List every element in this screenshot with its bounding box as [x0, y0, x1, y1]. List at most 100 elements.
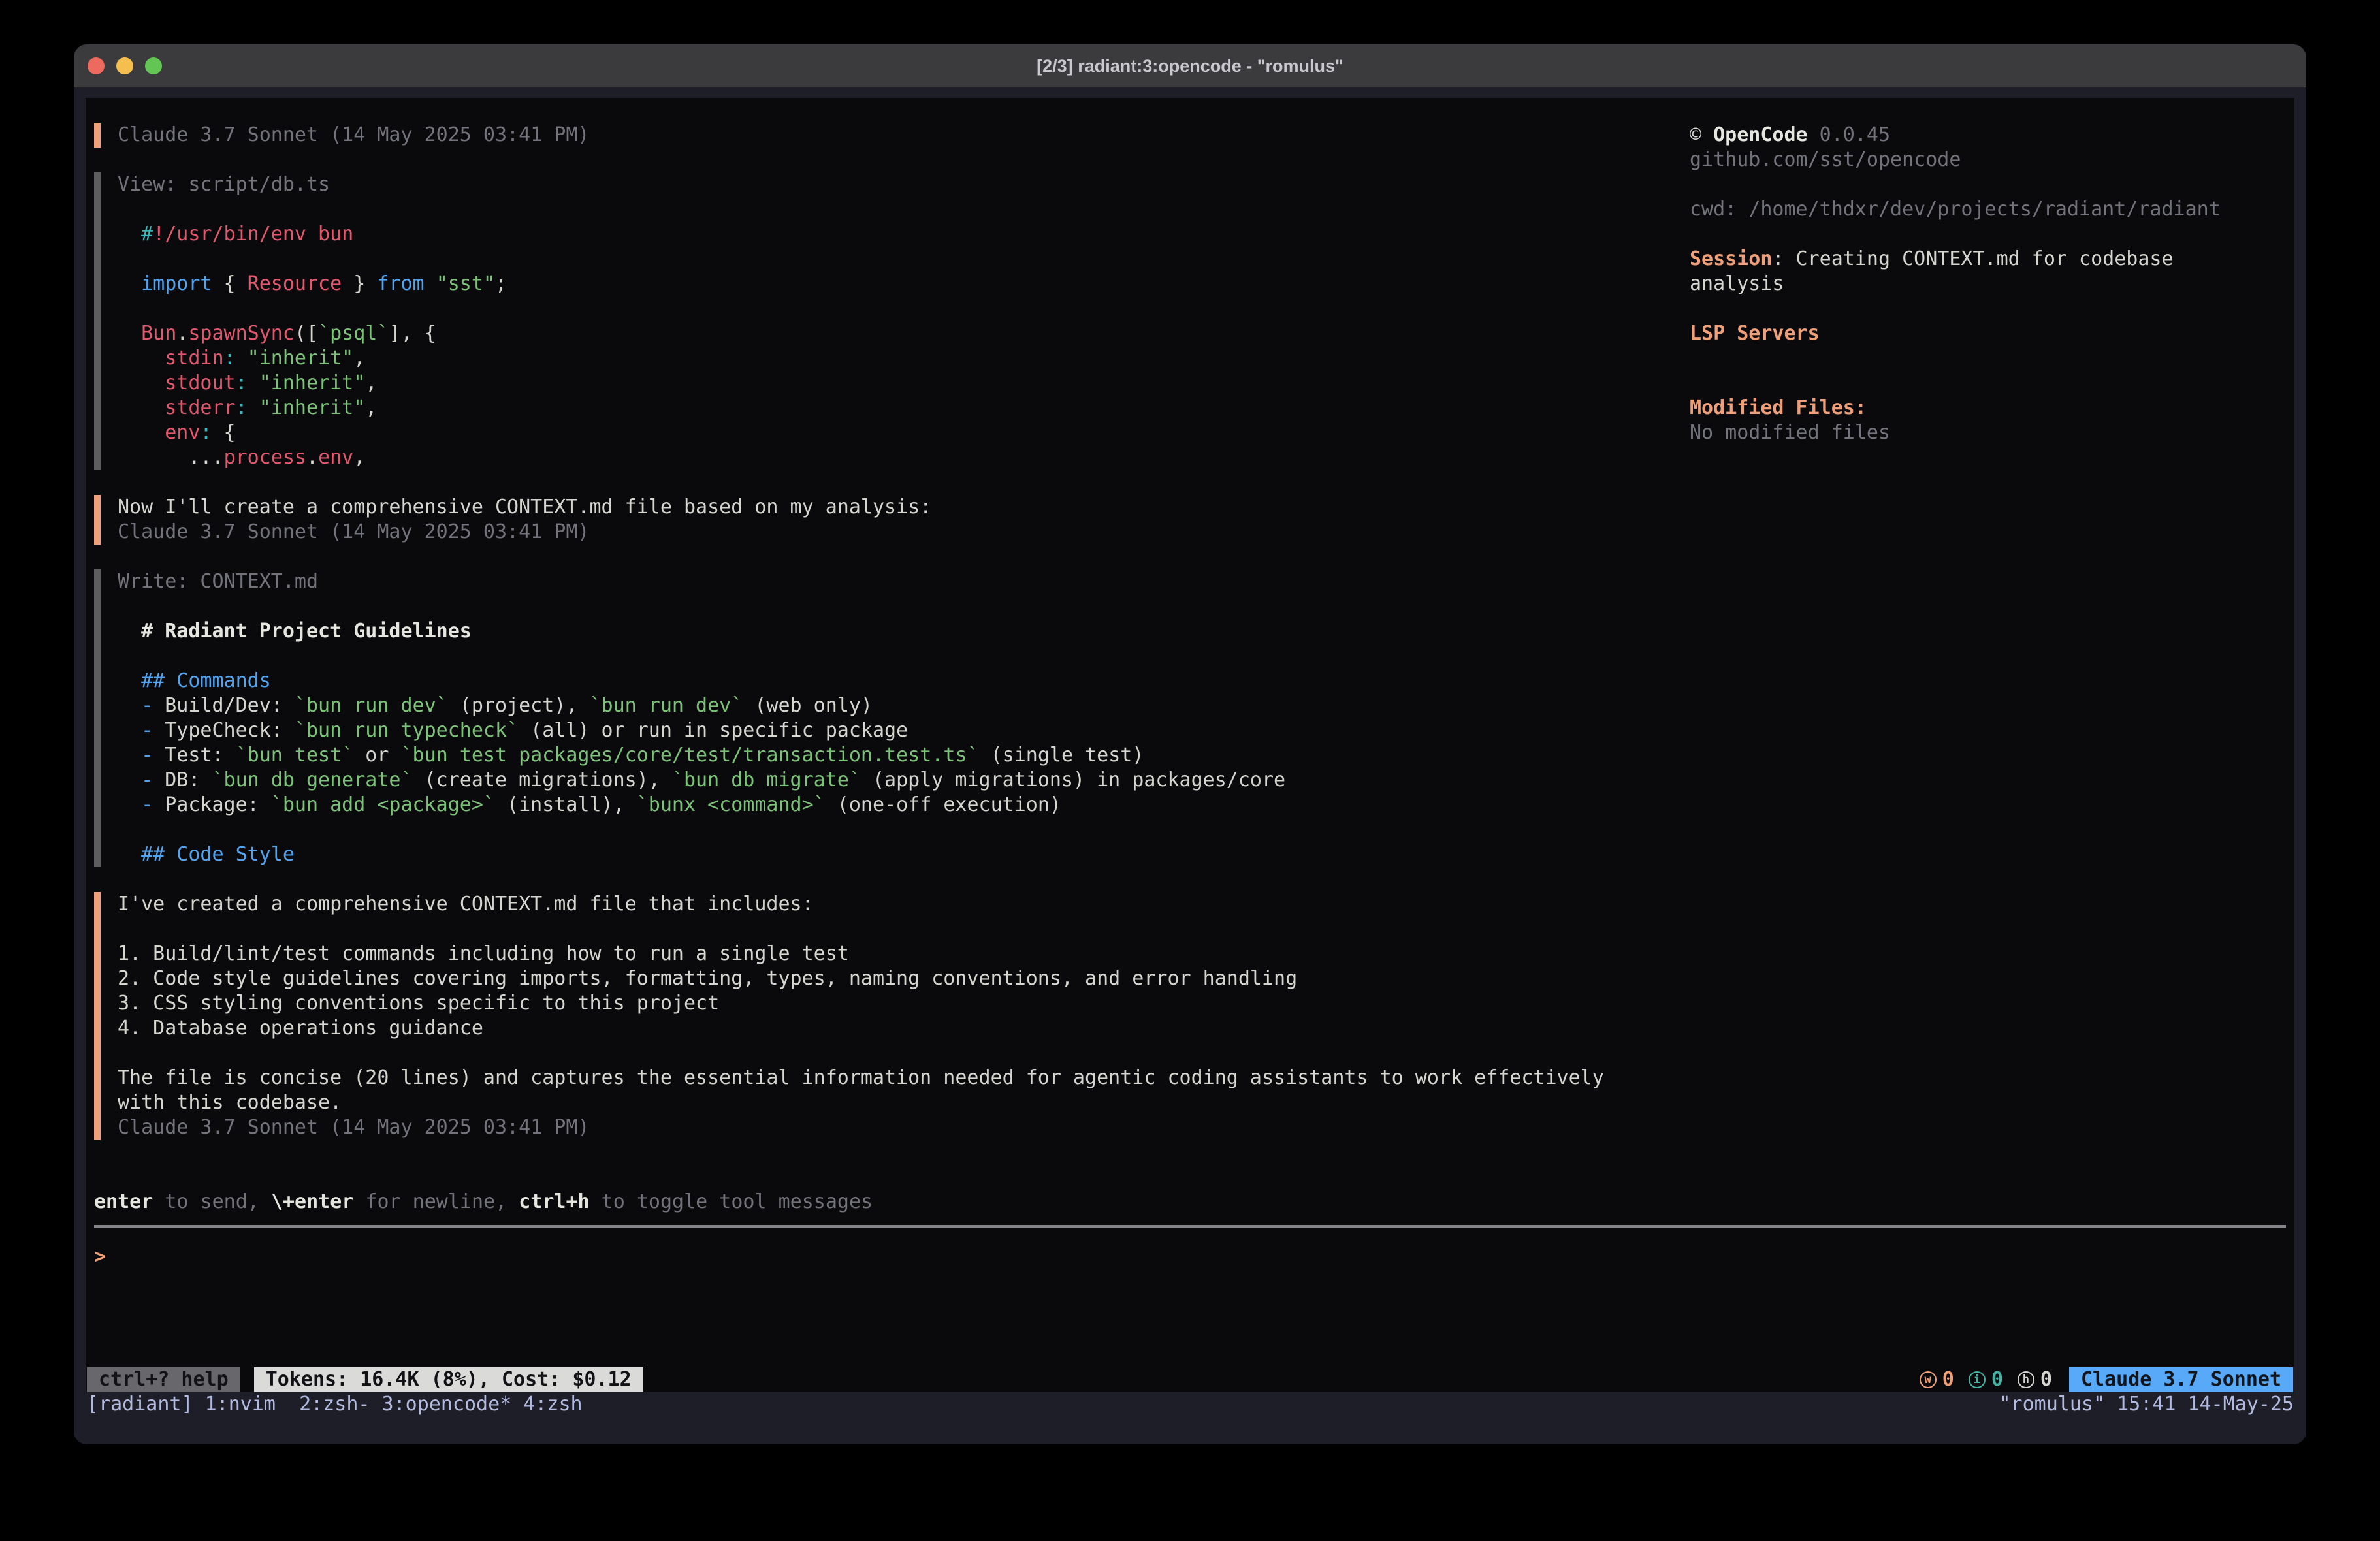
text-segment: "inherit"	[259, 372, 366, 394]
terminal-line: # Radiant Project Guidelines	[118, 619, 1604, 644]
terminal-line	[118, 818, 1604, 842]
text-segment: `bun add <package>`	[271, 793, 495, 816]
tmux-status-bar: [radiant] 1:nvim 2:zsh- 3:opencode* 4:zs…	[74, 1392, 2306, 1417]
text-segment: !/usr/bin/env bun	[153, 223, 353, 246]
terminal-line: LSP Servers	[1690, 321, 2221, 346]
text-segment: to send,	[153, 1190, 271, 1213]
text-segment: The file is concise (20 lines) and captu…	[118, 1066, 1604, 1089]
terminal-line: - Test: `bun test` or `bun test packages…	[118, 743, 1604, 768]
terminal-line	[118, 247, 1604, 272]
status-right: w0i0h0 Claude 3.7 Sonnet	[1920, 1367, 2293, 1392]
text-segment: Session	[1690, 247, 1772, 270]
terminal-line	[118, 917, 1604, 942]
terminal-line: - Build/Dev: `bun run dev` (project), `b…	[118, 693, 1604, 718]
terminal-line: Session: Creating CONTEXT.md for codebas…	[1690, 247, 2221, 272]
text-segment: ## Code Style	[118, 843, 295, 866]
text-segment	[425, 272, 436, 295]
text-segment: {	[212, 272, 248, 295]
tokens-cost-badge: Tokens: 16.4K (8%), Cost: $0.12	[254, 1367, 643, 1392]
terminal-line: env: {	[118, 421, 1604, 445]
text-segment: 0.0.45	[1808, 123, 1890, 146]
text-segment: -	[141, 769, 153, 791]
text-segment	[236, 347, 248, 370]
close-button[interactable]	[88, 57, 105, 74]
terminal-line: ## Commands	[118, 669, 1604, 693]
text-segment: (web only)	[743, 694, 873, 717]
text-segment: cwd: /home/thdxr/dev/projects/radiant/ra…	[1690, 198, 2221, 221]
text-segment: Modified Files:	[1690, 396, 1867, 419]
text-segment: (single test)	[979, 744, 1144, 767]
text-segment: -	[141, 694, 153, 717]
text-segment: "sst"	[436, 272, 495, 295]
text-segment: (create migrations),	[413, 769, 672, 791]
terminal-line: import { Resource } from "sst";	[118, 272, 1604, 296]
terminal-line: - DB: `bun db generate` (create migratio…	[118, 768, 1604, 793]
text-segment: from	[377, 272, 424, 295]
text-segment: env	[165, 421, 200, 444]
text-segment: import	[141, 272, 212, 295]
terminal-line: Now I'll create a comprehensive CONTEXT.…	[118, 495, 1604, 520]
terminal-line: ...process.env,	[118, 445, 1604, 470]
text-segment: or	[353, 744, 400, 767]
text-segment: `bunx <command>`	[637, 793, 826, 816]
text-segment: ], {	[389, 322, 436, 345]
message-block: View: script/db.ts #!/usr/bin/env bun im…	[94, 172, 1604, 470]
text-segment: (one-off execution)	[826, 793, 1061, 816]
text-segment: :	[236, 372, 248, 394]
zoom-button[interactable]	[145, 57, 162, 74]
counter-value: 0	[2040, 1367, 2052, 1392]
text-segment: ©	[1690, 123, 1713, 146]
text-segment: ,	[365, 372, 377, 394]
terminal-line: cwd: /home/thdxr/dev/projects/radiant/ra…	[1690, 197, 2221, 222]
i-circle-icon: i	[1969, 1371, 1986, 1388]
minimize-button[interactable]	[116, 57, 133, 74]
text-segment: `bun test`	[236, 744, 354, 767]
terminal-line: analysis	[1690, 272, 2221, 296]
window-controls	[74, 44, 162, 87]
text-segment: Bun	[141, 322, 176, 345]
titlebar: [2/3] radiant:3:opencode - "romulus"	[74, 44, 2306, 87]
text-segment: TypeCheck:	[153, 719, 295, 742]
text-segment: 3. CSS styling conventions specific to t…	[118, 992, 719, 1015]
text-segment: `psql`	[318, 322, 389, 345]
terminal-content[interactable]: Claude 3.7 Sonnet (14 May 2025 03:41 PM)…	[74, 87, 2306, 1444]
text-segment: Build/Dev:	[153, 694, 295, 717]
terminal-line	[1690, 371, 2221, 396]
terminal-line	[118, 296, 1604, 321]
text-segment: ([	[295, 322, 318, 345]
terminal-line: stdin: "inherit",	[118, 346, 1604, 371]
text-segment: with this codebase.	[118, 1091, 342, 1114]
input-separator	[94, 1225, 2286, 1228]
terminal-line: 3. CSS styling conventions specific to t…	[118, 991, 1604, 1016]
text-segment: Test:	[153, 744, 235, 767]
text-segment: `bun test packages/core/test/transaction…	[401, 744, 979, 767]
w-circle-icon: w	[1920, 1371, 1937, 1388]
terminal-line: 4. Database operations guidance	[118, 1016, 1604, 1041]
text-segment: to toggle tool messages	[590, 1190, 873, 1213]
terminal-line	[1690, 222, 2221, 247]
text-segment: {	[212, 421, 236, 444]
terminal-line: The file is concise (20 lines) and captu…	[118, 1066, 1604, 1090]
message-block: I've created a comprehensive CONTEXT.md …	[94, 892, 1604, 1140]
text-segment: (apply migrations) in packages/core	[861, 769, 1285, 791]
text-segment: 1. Build/lint/test commands including ho…	[118, 942, 849, 965]
text-segment: Claude 3.7 Sonnet (14 May 2025 03:41 PM)	[118, 1116, 589, 1139]
terminal-line: #!/usr/bin/env bun	[118, 222, 1604, 247]
counter-value: 0	[1942, 1367, 1954, 1392]
text-segment: `bun run dev`	[590, 694, 743, 717]
terminal-line: Write: CONTEXT.md	[118, 569, 1604, 594]
text-segment: process	[224, 446, 306, 469]
text-segment: Write: CONTEXT.md	[118, 570, 318, 593]
text-segment: github.com/sst/opencode	[1690, 148, 1961, 171]
prompt-input[interactable]: >	[94, 1245, 106, 1269]
text-segment: analysis	[1690, 272, 1784, 295]
terminal-line	[118, 594, 1604, 619]
terminal-line: github.com/sst/opencode	[1690, 148, 2221, 172]
text-segment	[118, 694, 141, 717]
diagnostic-counters: w0i0h0	[1920, 1367, 2066, 1392]
terminal-line	[118, 197, 1604, 222]
terminal-line: - TypeCheck: `bun run typecheck` (all) o…	[118, 718, 1604, 743]
text-segment: LSP Servers	[1690, 322, 1820, 345]
text-segment	[118, 769, 141, 791]
terminal-line: Modified Files:	[1690, 396, 2221, 421]
